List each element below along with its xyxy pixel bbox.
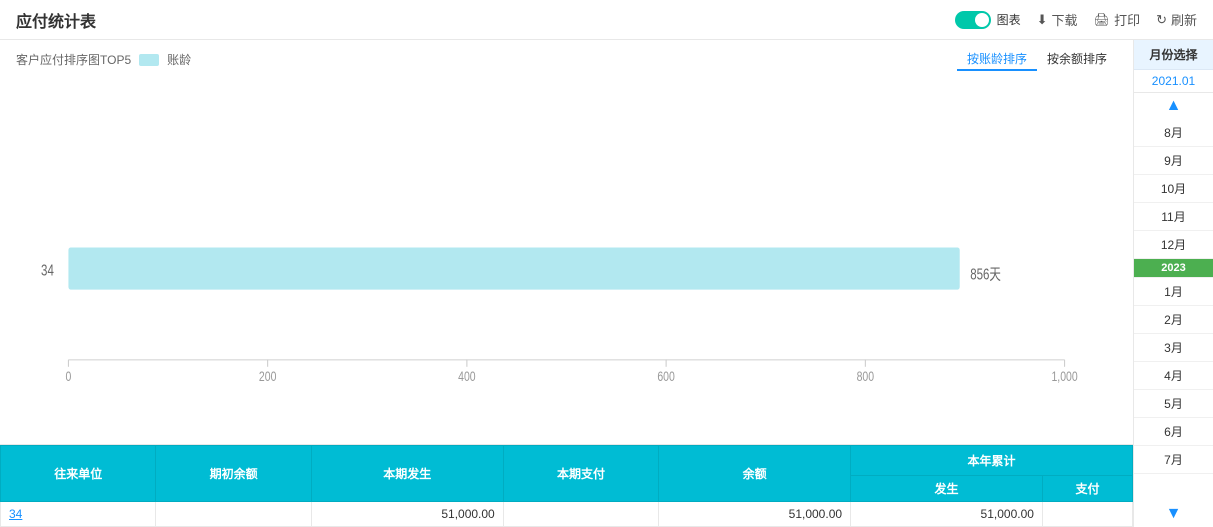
cell-leiji-zhifu	[1042, 502, 1132, 527]
page-title: 应付统计表	[16, 8, 96, 32]
svg-text:400: 400	[458, 368, 476, 384]
data-table-section: 往来单位 期初余额 本期发生 本期支付 余额 本年累计 发生 支付	[0, 444, 1133, 527]
chart-legend: 客户应付排序图TOP5 账龄	[16, 51, 191, 68]
sidebar-header: 月份选择	[1134, 40, 1213, 70]
col-yue: 余额	[659, 446, 851, 502]
svg-text:856天: 856天	[970, 266, 1001, 283]
chart-toggle[interactable]	[955, 11, 991, 29]
col-qichu: 期初余额	[156, 446, 311, 502]
chart-toggle-wrapper[interactable]: 图表	[955, 11, 1021, 29]
svg-text:600: 600	[657, 368, 675, 384]
month-item-1[interactable]: 1月	[1134, 278, 1213, 306]
legend-color-box	[139, 54, 159, 66]
table-row: 34 51,000.00 51,000.00 51,000.00	[1, 502, 1133, 527]
col-benfaqi: 本期发生	[311, 446, 503, 502]
scroll-down-button[interactable]: ▼	[1134, 501, 1213, 527]
svg-text:200: 200	[259, 368, 277, 384]
col-unit: 往来单位	[1, 446, 156, 502]
svg-text:800: 800	[857, 368, 875, 384]
svg-text:1,000: 1,000	[1051, 368, 1077, 384]
chart-toggle-label: 图表	[997, 11, 1021, 28]
table-wrapper: 往来单位 期初余额 本期发生 本期支付 余额 本年累计 发生 支付	[0, 445, 1133, 527]
month-item-8[interactable]: 8月	[1134, 119, 1213, 147]
month-item-5[interactable]: 5月	[1134, 390, 1213, 418]
print-button[interactable]: 🖨 打印	[1094, 10, 1141, 29]
col-leiji-faqi: 发生	[851, 476, 1043, 502]
bar-chart: 34 856天 0 200 400 600 800 1,000	[16, 79, 1117, 444]
cell-yue: 51,000.00	[659, 502, 851, 527]
svg-text:0: 0	[66, 368, 72, 384]
download-button[interactable]: ⬇ 下载	[1037, 10, 1078, 29]
col-benzhifu: 本期支付	[503, 446, 658, 502]
refresh-button[interactable]: ↻ 刷新	[1156, 10, 1197, 29]
month-item-11[interactable]: 11月	[1134, 203, 1213, 231]
summary-table: 往来单位 期初余额 本期发生 本期支付 余额 本年累计 发生 支付	[0, 445, 1133, 527]
col-leiji: 本年累计	[851, 446, 1133, 476]
sort-by-age-button[interactable]: 按账龄排序	[957, 48, 1037, 71]
year-marker-2023: 2023	[1134, 259, 1213, 278]
month-list: 8月 9月 10月 11月 12月 2023 1月 2月 3月 4月 5月 6月…	[1134, 119, 1213, 501]
unit-link[interactable]: 34	[9, 507, 22, 521]
scroll-up-button[interactable]: ▲	[1134, 93, 1213, 119]
chart-area: 34 856天 0 200 400 600 800 1,000	[0, 79, 1133, 444]
chart-header: 客户应付排序图TOP5 账龄 按账龄排序 按余额排序	[0, 40, 1133, 79]
cell-qichu	[156, 502, 311, 527]
month-item-10[interactable]: 10月	[1134, 175, 1213, 203]
col-leiji-zhifu: 支付	[1042, 476, 1132, 502]
month-item-4[interactable]: 4月	[1134, 362, 1213, 390]
print-icon: 🖨	[1094, 12, 1111, 28]
legend-label: 账龄	[167, 51, 191, 68]
cell-leiji-faqi: 51,000.00	[851, 502, 1043, 527]
month-item-3[interactable]: 3月	[1134, 334, 1213, 362]
month-sidebar: 月份选择 2021.01 ▲ 8月 9月 10月 11月 12月 2023 1月…	[1133, 40, 1213, 527]
cell-benfaqi: 51,000.00	[311, 502, 503, 527]
year-select[interactable]: 2021.01	[1134, 70, 1213, 93]
header-actions: 图表 ⬇ 下载 🖨 打印 ↻ 刷新	[955, 10, 1197, 29]
cell-unit: 34	[1, 502, 156, 527]
chart-sort-buttons: 按账龄排序 按余额排序	[957, 48, 1117, 71]
month-item-7[interactable]: 7月	[1134, 446, 1213, 474]
download-icon: ⬇	[1037, 12, 1048, 28]
refresh-icon: ↻	[1156, 12, 1167, 28]
legend-text: 客户应付排序图TOP5	[16, 51, 131, 68]
month-item-2[interactable]: 2月	[1134, 306, 1213, 334]
svg-text:34: 34	[41, 262, 54, 279]
month-item-9[interactable]: 9月	[1134, 147, 1213, 175]
month-item-6[interactable]: 6月	[1134, 418, 1213, 446]
month-item-12[interactable]: 12月	[1134, 231, 1213, 259]
sort-by-balance-button[interactable]: 按余额排序	[1037, 48, 1117, 71]
cell-benzhifu	[503, 502, 658, 527]
